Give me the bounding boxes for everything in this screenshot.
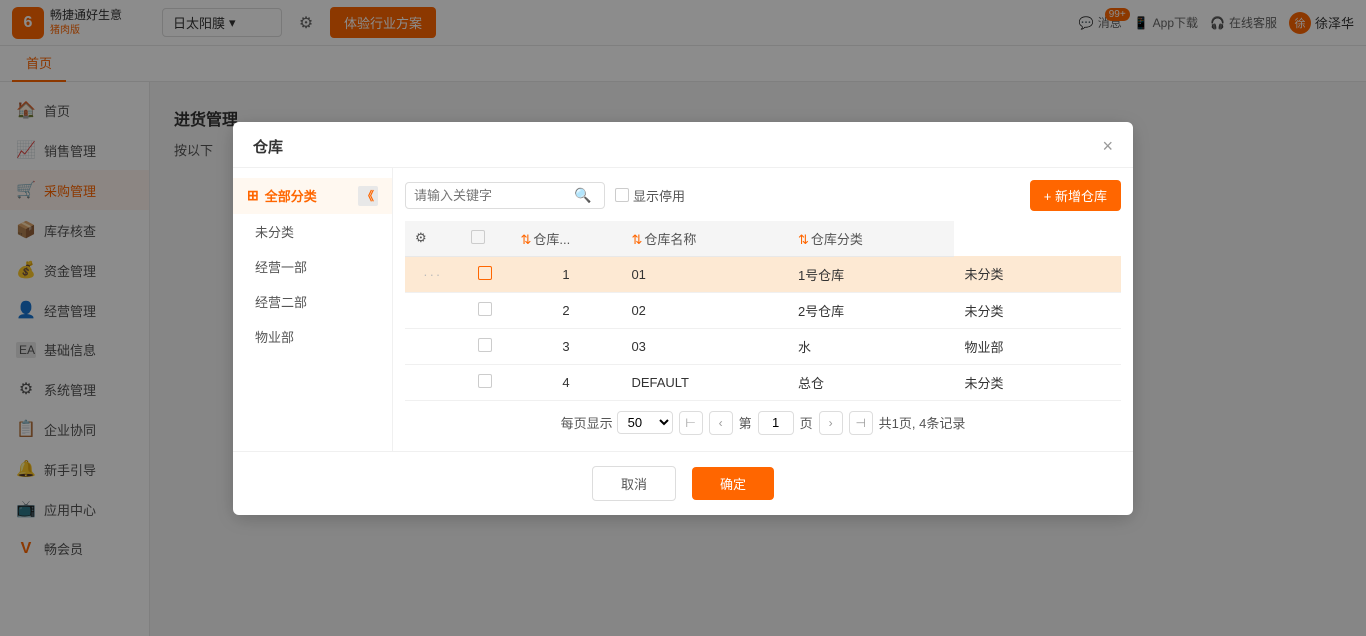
category-label: 未分类 (255, 225, 294, 240)
row-checkbox[interactable] (478, 338, 492, 352)
sort-icon-name: ⇅ (631, 232, 642, 247)
row-num: 3 (510, 328, 621, 364)
sort-icon-cat: ⇅ (798, 232, 809, 247)
total-info: 共1页, 4条记录 (879, 413, 966, 432)
row-category: 物业部 (954, 328, 1121, 364)
th-code: ⇅仓库... (510, 221, 621, 257)
th-category: ⇅仓库分类 (788, 221, 955, 257)
table-row[interactable]: 3 03 水 物业部 (405, 328, 1121, 364)
search-input[interactable] (414, 188, 574, 203)
row-checkbox[interactable] (478, 302, 492, 316)
add-warehouse-button[interactable]: + 新增仓库 (1030, 180, 1121, 211)
row-num: 2 (510, 292, 621, 328)
grid-icon: ⊞ (247, 187, 259, 204)
row-checkbox-cell (461, 292, 511, 328)
category-item-dept2[interactable]: 经营二部 (233, 284, 392, 319)
page-unit: 页 (800, 413, 813, 432)
page-label: 第 (739, 413, 752, 432)
modal-footer: 取消 确定 (233, 451, 1133, 515)
th-name: ⇅仓库名称 (621, 221, 788, 257)
row-code: DEFAULT (621, 364, 788, 400)
modal-header: 仓库 × (233, 122, 1133, 168)
category-label: 经营二部 (255, 295, 307, 310)
table-row[interactable]: 4 DEFAULT 总仓 未分类 (405, 364, 1121, 400)
header-checkbox[interactable] (471, 230, 485, 244)
row-settings (405, 364, 461, 400)
next-page-button[interactable]: › (819, 411, 843, 435)
modal-body: ⊞ 全部分类 《 未分类 经营一部 经营二部 物业部 (233, 168, 1133, 451)
per-page-label: 每页显示 (561, 413, 613, 432)
row-name: 1号仓库 (788, 256, 955, 292)
confirm-button[interactable]: 确定 (692, 467, 774, 500)
show-disabled-checkbox[interactable]: 显示停用 (615, 186, 685, 205)
row-num: 4 (510, 364, 621, 400)
warehouse-table: ⚙ ⇅仓库... ⇅仓库名称 (405, 221, 1121, 401)
per-page-select: 每页显示 50 10 20 100 (561, 411, 673, 434)
row-actions[interactable]: ··· (423, 267, 442, 282)
collapse-button[interactable]: 《 (358, 186, 378, 206)
all-categories-label: 全部分类 (265, 186, 317, 205)
category-item-property[interactable]: 物业部 (233, 319, 392, 354)
row-category: 未分类 (954, 292, 1121, 328)
category-item-unclassified[interactable]: 未分类 (233, 214, 392, 249)
table-toolbar: 🔍 显示停用 + 新增仓库 (405, 180, 1121, 211)
row-category: 未分类 (954, 364, 1121, 400)
th-settings: ⚙ (405, 221, 461, 257)
row-name: 水 (788, 328, 955, 364)
modal-overlay: 仓库 × ⊞ 全部分类 《 未分类 经营一部 经营二部 (0, 0, 1366, 636)
row-num: 1 (510, 256, 621, 292)
search-box: 🔍 (405, 182, 605, 209)
last-page-button[interactable]: ⊣ (849, 411, 873, 435)
row-settings (405, 328, 461, 364)
first-page-button[interactable]: ⊢ (679, 411, 703, 435)
cancel-button[interactable]: 取消 (592, 466, 676, 501)
category-label: 经营一部 (255, 260, 307, 275)
table-container: ⚙ ⇅仓库... ⇅仓库名称 (405, 221, 1121, 401)
th-checkbox (461, 221, 511, 257)
row-checkbox[interactable] (478, 266, 492, 280)
row-settings (405, 292, 461, 328)
search-icon[interactable]: 🔍 (574, 187, 591, 204)
row-category: 未分类 (954, 256, 1121, 292)
disabled-checkbox[interactable] (615, 188, 629, 202)
row-code: 01 (621, 256, 788, 292)
row-name: 总仓 (788, 364, 955, 400)
page-input[interactable] (758, 411, 794, 435)
row-settings: ··· (405, 256, 461, 292)
category-sidebar: ⊞ 全部分类 《 未分类 经营一部 经营二部 物业部 (233, 168, 393, 451)
modal-close-button[interactable]: × (1102, 136, 1113, 157)
per-page-dropdown[interactable]: 50 10 20 100 (617, 411, 673, 434)
row-checkbox-cell (461, 364, 511, 400)
row-name: 2号仓库 (788, 292, 955, 328)
all-categories-item[interactable]: ⊞ 全部分类 《 (233, 178, 392, 214)
category-label: 物业部 (255, 330, 294, 345)
pagination: 每页显示 50 10 20 100 ⊢ ‹ 第 页 › ⊣ (405, 401, 1121, 439)
warehouse-modal: 仓库 × ⊞ 全部分类 《 未分类 经营一部 经营二部 (233, 122, 1133, 515)
table-row[interactable]: ··· 1 01 1号仓库 未分类 (405, 256, 1121, 292)
row-code: 02 (621, 292, 788, 328)
prev-page-button[interactable]: ‹ (709, 411, 733, 435)
row-code: 03 (621, 328, 788, 364)
category-item-dept1[interactable]: 经营一部 (233, 249, 392, 284)
table-row[interactable]: 2 02 2号仓库 未分类 (405, 292, 1121, 328)
table-area: 🔍 显示停用 + 新增仓库 ⚙ (393, 168, 1133, 451)
row-checkbox-cell (461, 256, 511, 292)
sort-icon-code: ⇅ (520, 232, 531, 247)
row-checkbox[interactable] (478, 374, 492, 388)
row-checkbox-cell (461, 328, 511, 364)
modal-title: 仓库 (253, 136, 283, 157)
